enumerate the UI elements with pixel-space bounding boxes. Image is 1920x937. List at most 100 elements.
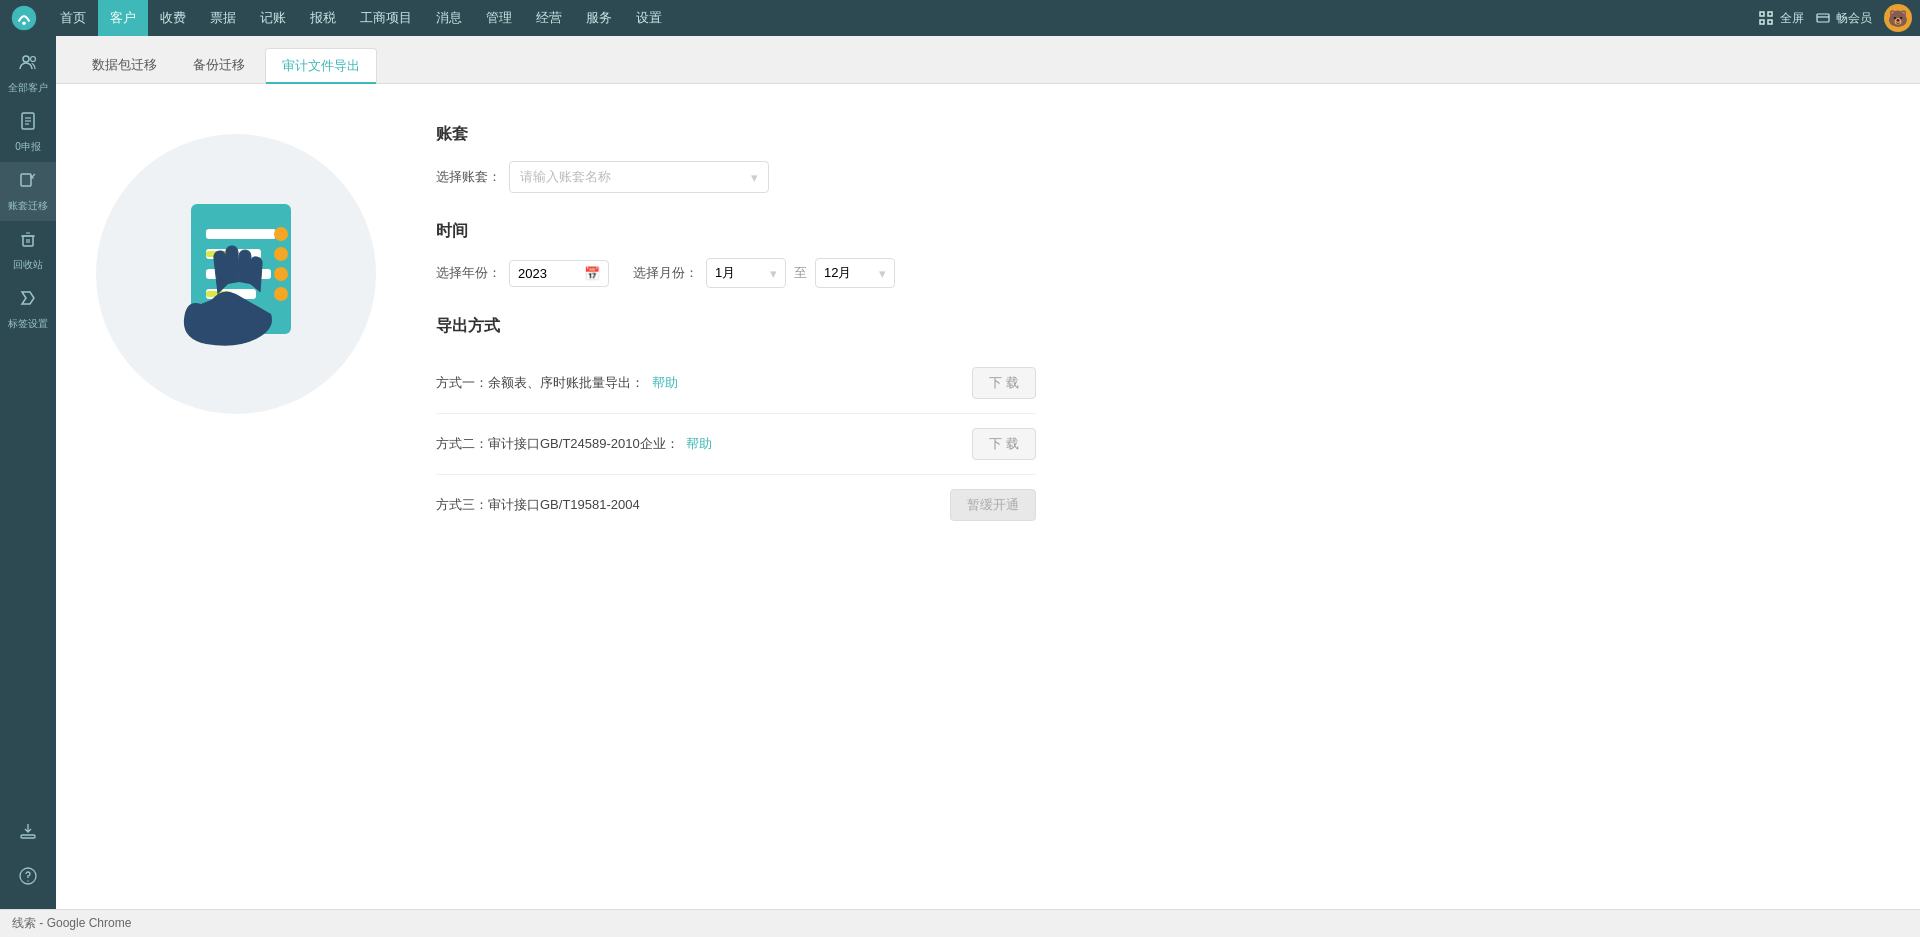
nav-settings[interactable]: 设置 <box>624 0 674 36</box>
svg-point-24 <box>274 247 288 261</box>
svg-point-9 <box>31 57 36 62</box>
svg-rect-6 <box>1817 14 1829 22</box>
sidebar-item-all-customers[interactable]: 全部客户 <box>0 44 56 103</box>
svg-rect-15 <box>21 835 35 838</box>
tag-settings-icon <box>18 288 38 313</box>
sidebar-label-all-customers: 全部客户 <box>8 81 48 95</box>
export-method-2-download-btn[interactable]: 下 载 <box>972 428 1036 460</box>
svg-rect-4 <box>1760 20 1764 24</box>
tab-data-migrate[interactable]: 数据包迁移 <box>76 48 173 83</box>
recycle-icon <box>18 229 38 254</box>
year-input[interactable]: 2023 📅 <box>509 260 609 287</box>
export-method-1-download-btn[interactable]: 下 载 <box>972 367 1036 399</box>
svg-rect-2 <box>1760 12 1764 16</box>
sidebar-item-account-migrate[interactable]: 账套迁移 <box>0 162 56 221</box>
svg-rect-5 <box>1768 20 1772 24</box>
month-start-value: 1月 <box>715 264 735 282</box>
time-row: 选择年份： 2023 📅 选择月份： 1月 ▾ 至 12月 ▾ <box>436 258 1036 288</box>
export-method-1-label: 方式一：余额表、序时账批量导出： 帮助 <box>436 374 678 392</box>
svg-point-17 <box>27 880 28 881</box>
export-method-1: 方式一：余额表、序时账批量导出： 帮助 下 载 <box>436 353 1036 414</box>
tabs-bar: 数据包迁移 备份迁移 审计文件导出 <box>56 36 1920 84</box>
sidebar-label-account-migrate: 账套迁移 <box>8 199 48 213</box>
export-method-2-help[interactable]: 帮助 <box>686 436 712 451</box>
chevron-down-icon-month-start: ▾ <box>770 266 777 281</box>
svg-point-25 <box>274 267 288 281</box>
nav-business[interactable]: 工商项目 <box>348 0 424 36</box>
sidebar: 全部客户 0申报 账套迁移 <box>0 36 56 909</box>
svg-rect-19 <box>206 229 276 239</box>
sidebar-item-tag-settings[interactable]: 标签设置 <box>0 280 56 339</box>
nav-items: 首页 客户 收费 票据 记账 报税 工商项目 消息 管理 经营 服务 设置 <box>48 0 1759 36</box>
hand-document-illustration <box>146 174 326 374</box>
nav-manage[interactable]: 管理 <box>474 0 524 36</box>
export-method-3-open-btn[interactable]: 暂缓开通 <box>950 489 1036 521</box>
sidebar-label-recycle: 回收站 <box>13 258 43 272</box>
all-customers-icon <box>18 52 38 77</box>
account-migrate-icon <box>18 170 38 195</box>
sidebar-help-icon[interactable] <box>12 860 44 897</box>
status-text: 线索 - Google Chrome <box>12 915 131 932</box>
month-label: 选择月份： <box>633 264 698 282</box>
nav-bookkeeping[interactable]: 记账 <box>248 0 298 36</box>
chevron-down-icon-month-end: ▾ <box>879 266 886 281</box>
time-separator: 至 <box>794 264 807 282</box>
export-method-1-help[interactable]: 帮助 <box>652 375 678 390</box>
chevron-down-icon: ▾ <box>751 170 758 185</box>
account-select-placeholder: 请输入账套名称 <box>520 168 611 186</box>
user-avatar[interactable]: 🐻 <box>1884 4 1912 32</box>
export-method-3-label: 方式三：审计接口GB/T19581-2004 <box>436 496 640 514</box>
nav-service[interactable]: 服务 <box>574 0 624 36</box>
export-method-3: 方式三：审计接口GB/T19581-2004 暂缓开通 <box>436 475 1036 535</box>
zero-declare-icon <box>18 111 38 136</box>
fullscreen-btn[interactable]: 全屏 <box>1759 10 1803 27</box>
svg-point-8 <box>23 56 29 62</box>
calendar-icon: 📅 <box>584 266 600 281</box>
svg-point-1 <box>22 22 26 26</box>
member-btn[interactable]: 畅会员 <box>1816 10 1872 27</box>
account-select-label: 选择账套： <box>436 168 501 186</box>
sidebar-label-tag-settings: 标签设置 <box>8 317 48 331</box>
status-bar: 线索 - Google Chrome <box>0 909 1920 937</box>
account-select-row: 选择账套： 请输入账套名称 ▾ <box>436 161 1036 193</box>
sidebar-item-recycle[interactable]: 回收站 <box>0 221 56 280</box>
svg-point-0 <box>12 6 37 31</box>
nav-home[interactable]: 首页 <box>48 0 98 36</box>
svg-rect-14 <box>21 174 31 186</box>
main-layout: 全部客户 0申报 账套迁移 <box>0 36 1920 909</box>
sidebar-download-icon[interactable] <box>12 815 44 852</box>
year-label: 选择年份： <box>436 264 501 282</box>
nav-charge[interactable]: 收费 <box>148 0 198 36</box>
month-end-value: 12月 <box>824 264 851 282</box>
export-section-title: 导出方式 <box>436 316 1036 337</box>
svg-point-26 <box>274 287 288 301</box>
form-area: 账套 选择账套： 请输入账套名称 ▾ 时间 选择年份： 2023 📅 <box>436 114 1036 879</box>
nav-tax[interactable]: 报税 <box>298 0 348 36</box>
illustration-circle <box>96 134 376 414</box>
account-select[interactable]: 请输入账套名称 ▾ <box>509 161 769 193</box>
svg-point-23 <box>274 227 288 241</box>
tab-backup-migrate[interactable]: 备份迁移 <box>177 48 261 83</box>
illustration-area <box>96 114 376 879</box>
page-content: 账套 选择账套： 请输入账套名称 ▾ 时间 选择年份： 2023 📅 <box>56 84 1920 909</box>
export-method-2-label: 方式二：审计接口GB/T24589-2010企业： 帮助 <box>436 435 712 453</box>
nav-message[interactable]: 消息 <box>424 0 474 36</box>
year-value: 2023 <box>518 266 547 281</box>
svg-rect-3 <box>1768 12 1772 16</box>
month-end-select[interactable]: 12月 ▾ <box>815 258 895 288</box>
sidebar-bottom <box>12 815 44 909</box>
sidebar-label-zero-declare: 0申报 <box>15 140 41 154</box>
account-section-title: 账套 <box>436 124 1036 145</box>
export-method-2: 方式二：审计接口GB/T24589-2010企业： 帮助 下 载 <box>436 414 1036 475</box>
nav-operate[interactable]: 经营 <box>524 0 574 36</box>
month-start-select[interactable]: 1月 ▾ <box>706 258 786 288</box>
app-logo <box>8 2 40 34</box>
content-area: 数据包迁移 备份迁移 审计文件导出 <box>56 36 1920 909</box>
nav-invoice[interactable]: 票据 <box>198 0 248 36</box>
time-section-title: 时间 <box>436 221 1036 242</box>
top-navbar: 首页 客户 收费 票据 记账 报税 工商项目 消息 管理 经营 服务 设置 全屏 <box>0 0 1920 36</box>
nav-customer[interactable]: 客户 <box>98 0 148 36</box>
tab-audit-export[interactable]: 审计文件导出 <box>265 48 377 83</box>
top-nav-right: 全屏 畅会员 🐻 <box>1759 4 1912 32</box>
sidebar-item-zero-declare[interactable]: 0申报 <box>0 103 56 162</box>
